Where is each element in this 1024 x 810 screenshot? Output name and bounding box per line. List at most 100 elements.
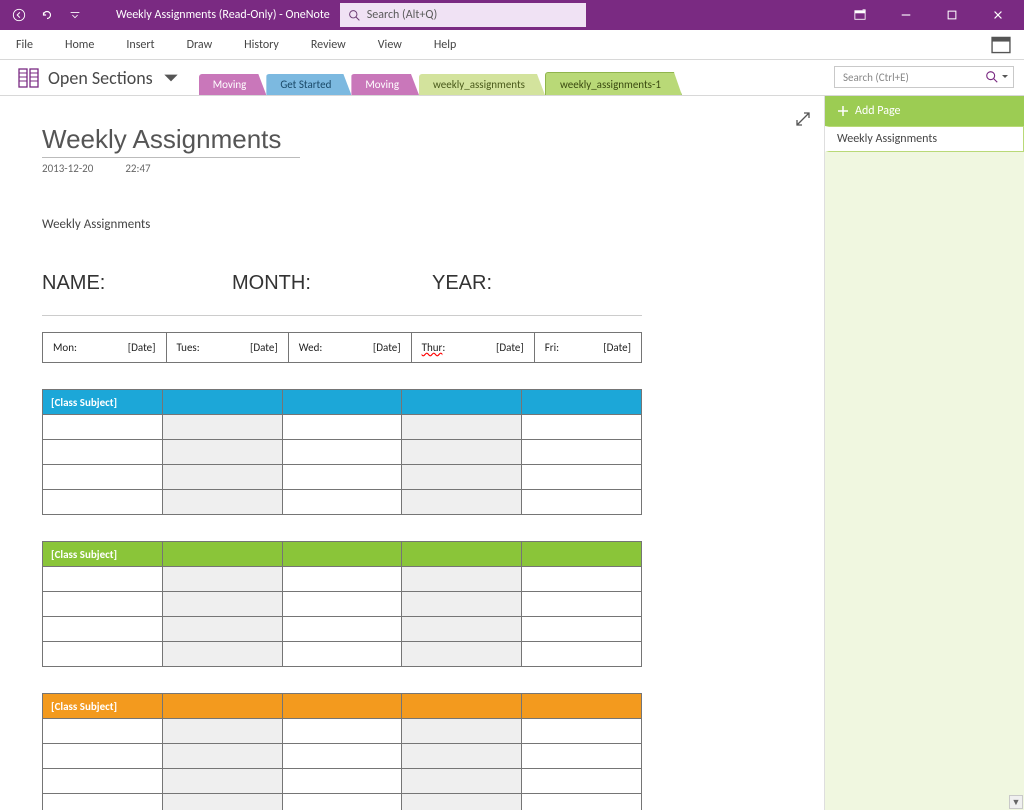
maximize-button[interactable] <box>930 0 974 30</box>
day-cell[interactable]: Tues:[Date] <box>166 333 288 363</box>
class-cell[interactable] <box>282 769 402 794</box>
class-cell[interactable] <box>162 567 282 592</box>
ribbon-file[interactable]: File <box>12 32 37 58</box>
class-cell[interactable] <box>43 744 163 769</box>
class-cell[interactable] <box>402 617 522 642</box>
ribbon-draw[interactable]: Draw <box>183 32 217 58</box>
body-heading[interactable]: Weekly Assignments <box>42 217 770 232</box>
class-cell[interactable] <box>162 465 282 490</box>
class-cell[interactable] <box>162 769 282 794</box>
class-cell[interactable] <box>162 719 282 744</box>
page-canvas[interactable]: Weekly Assignments 2013-12-20 22:47 Week… <box>0 96 824 810</box>
section-tab-get-started[interactable]: Get Started <box>266 74 351 95</box>
class-cell[interactable] <box>522 490 642 515</box>
class-cell[interactable] <box>522 642 642 667</box>
page-title[interactable]: Weekly Assignments <box>42 124 300 158</box>
class-cell[interactable] <box>402 642 522 667</box>
class-cell[interactable] <box>282 719 402 744</box>
ribbon-help[interactable]: Help <box>430 32 461 58</box>
close-button[interactable] <box>976 0 1020 30</box>
class-cell[interactable] <box>43 567 163 592</box>
days-table[interactable]: Mon:[Date]Tues:[Date]Wed:[Date]Thur:[Dat… <box>42 332 642 363</box>
class-cell[interactable] <box>282 415 402 440</box>
notebook-dropdown[interactable]: Open Sections <box>8 61 193 95</box>
section-search-box[interactable]: Search (Ctrl+E) <box>834 66 1014 88</box>
class-cell[interactable] <box>522 415 642 440</box>
class-cell[interactable] <box>282 592 402 617</box>
class-cell[interactable] <box>162 617 282 642</box>
class-cell[interactable] <box>162 642 282 667</box>
class-cell[interactable] <box>282 744 402 769</box>
class-cell[interactable] <box>43 592 163 617</box>
class-cell[interactable] <box>522 719 642 744</box>
field-labels-row[interactable]: NAME: MONTH: YEAR: <box>42 272 642 315</box>
class-cell[interactable] <box>282 567 402 592</box>
class-cell[interactable] <box>522 617 642 642</box>
class-cell[interactable] <box>402 719 522 744</box>
class-cell[interactable] <box>402 567 522 592</box>
day-cell[interactable]: Mon:[Date] <box>43 333 167 363</box>
class-cell[interactable] <box>402 744 522 769</box>
day-cell[interactable]: Wed:[Date] <box>288 333 411 363</box>
class-cell[interactable] <box>282 794 402 810</box>
day-cell[interactable]: Thur:[Date] <box>411 333 534 363</box>
class-cell[interactable] <box>522 440 642 465</box>
day-cell[interactable]: Fri:[Date] <box>534 333 641 363</box>
class-cell[interactable] <box>282 617 402 642</box>
qat-customize[interactable] <box>62 2 88 28</box>
section-tab-weekly-assignments-1[interactable]: weekly_assignments-1 <box>545 72 682 95</box>
class-cell[interactable] <box>522 465 642 490</box>
class-cell[interactable] <box>522 567 642 592</box>
class-cell[interactable] <box>282 440 402 465</box>
class-cell[interactable] <box>43 617 163 642</box>
class-cell[interactable] <box>522 744 642 769</box>
chevron-down-icon[interactable] <box>1001 70 1009 84</box>
class-cell[interactable] <box>282 642 402 667</box>
class-cell[interactable] <box>402 440 522 465</box>
class-block[interactable]: [Class Subject] <box>42 541 642 667</box>
scroll-down-button[interactable]: ▼ <box>1009 795 1023 809</box>
class-cell[interactable] <box>162 744 282 769</box>
class-cell[interactable] <box>282 490 402 515</box>
add-page-button[interactable]: Add Page <box>825 96 1024 126</box>
ribbon-display-button[interactable] <box>838 0 882 30</box>
section-tab-moving-1[interactable]: Moving <box>199 74 267 95</box>
section-tab-moving-2[interactable]: Moving <box>351 74 419 95</box>
class-cell[interactable] <box>402 769 522 794</box>
class-cell[interactable] <box>282 465 402 490</box>
class-cell[interactable] <box>43 415 163 440</box>
class-cell[interactable] <box>43 465 163 490</box>
full-page-view-button[interactable] <box>794 110 812 128</box>
class-cell[interactable] <box>43 440 163 465</box>
class-cell[interactable] <box>162 490 282 515</box>
class-cell[interactable] <box>522 769 642 794</box>
search-bar[interactable]: Search (Alt+Q) <box>340 3 586 27</box>
class-cell[interactable] <box>162 592 282 617</box>
class-block[interactable]: [Class Subject] <box>42 389 642 515</box>
minimize-button[interactable] <box>884 0 928 30</box>
class-block[interactable]: [Class Subject] <box>42 693 642 810</box>
ribbon-view[interactable]: View <box>374 32 406 58</box>
back-button[interactable] <box>6 2 32 28</box>
class-cell[interactable] <box>162 794 282 810</box>
class-cell[interactable] <box>522 794 642 810</box>
ribbon-home[interactable]: Home <box>61 32 98 58</box>
class-cell[interactable] <box>162 440 282 465</box>
collapse-ribbon-button[interactable] <box>990 34 1012 56</box>
class-cell[interactable] <box>43 769 163 794</box>
class-cell[interactable] <box>43 490 163 515</box>
section-tab-weekly-assignments[interactable]: weekly_assignments <box>419 74 545 95</box>
class-cell[interactable] <box>43 794 163 810</box>
class-cell[interactable] <box>402 592 522 617</box>
ribbon-history[interactable]: History <box>240 32 283 58</box>
undo-button[interactable] <box>34 2 60 28</box>
page-list-item[interactable]: Weekly Assignments <box>825 126 1024 152</box>
class-cell[interactable] <box>402 490 522 515</box>
class-cell[interactable] <box>402 465 522 490</box>
class-cell[interactable] <box>162 415 282 440</box>
ribbon-insert[interactable]: Insert <box>122 32 158 58</box>
ribbon-review[interactable]: Review <box>307 32 350 58</box>
class-cell[interactable] <box>402 415 522 440</box>
class-cell[interactable] <box>43 642 163 667</box>
class-cell[interactable] <box>43 719 163 744</box>
